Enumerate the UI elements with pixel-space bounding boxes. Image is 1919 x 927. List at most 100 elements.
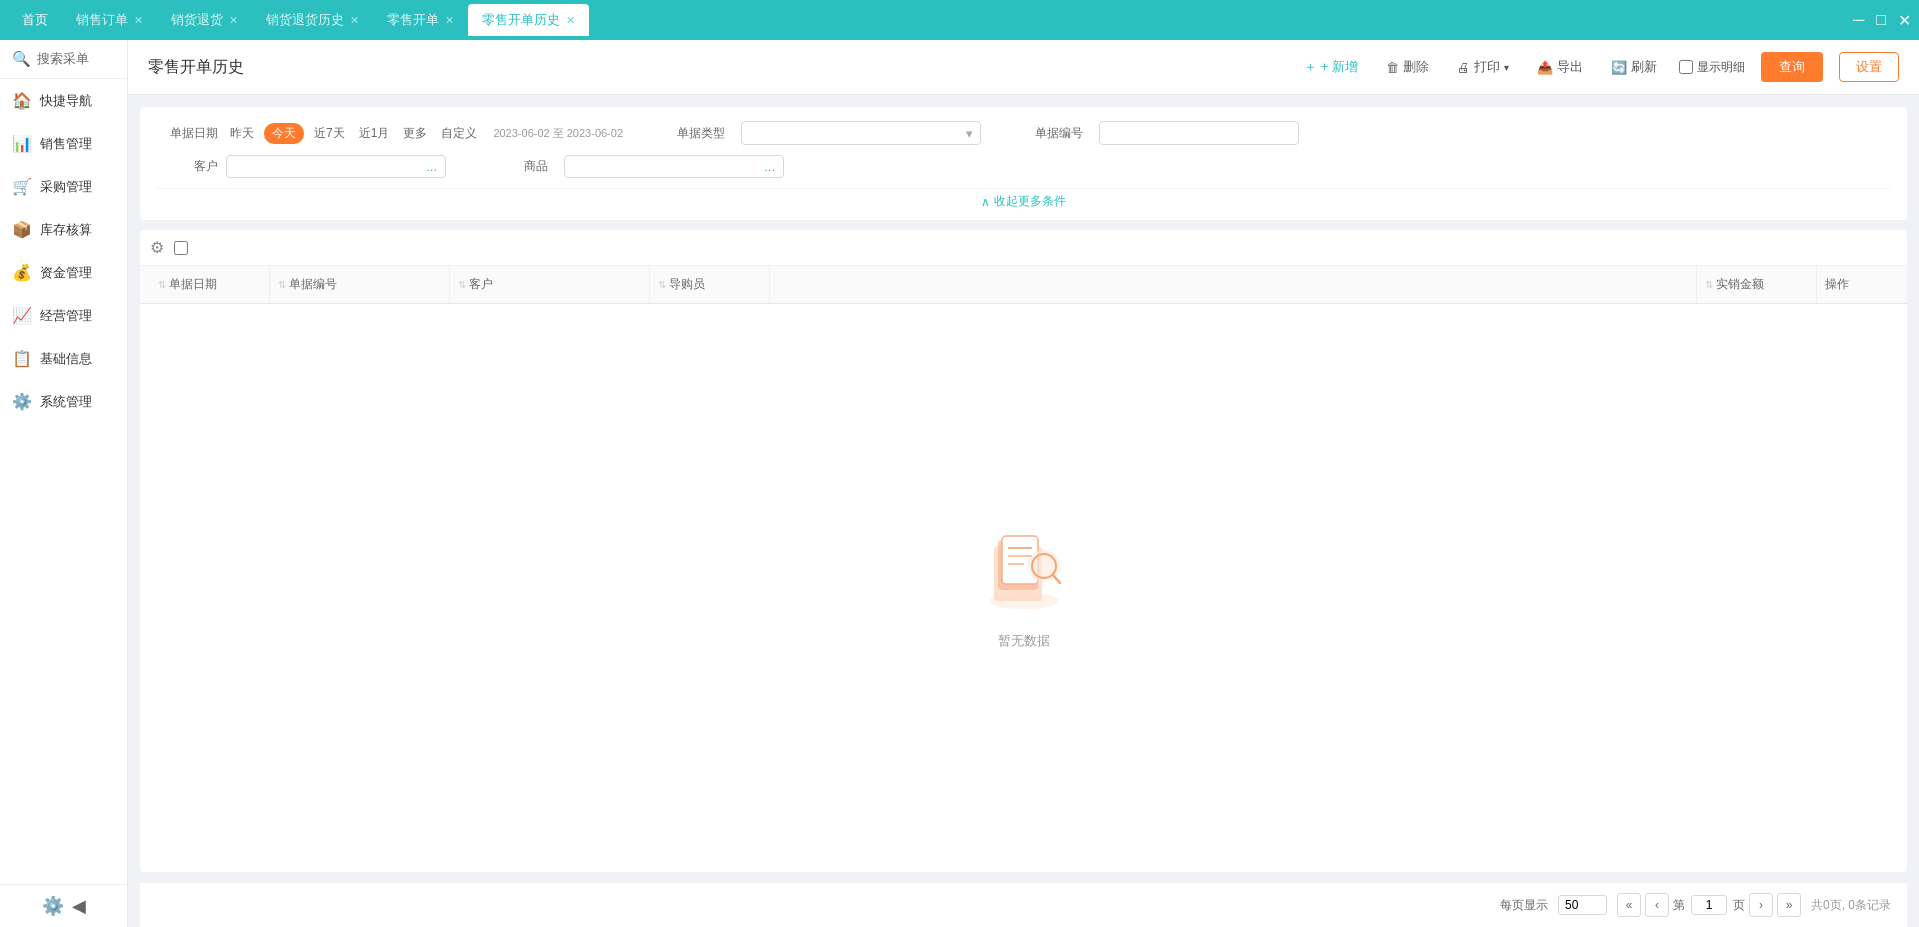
close-icon[interactable]: ✕: [229, 14, 238, 27]
query-button[interactable]: 查询: [1761, 52, 1823, 82]
type-select-wrap: [741, 121, 981, 145]
first-page-button[interactable]: «: [1617, 893, 1641, 917]
table-header: ⇅ 单据日期 ⇅ 单据编号 ⇅ 客户 ⇅ 导购员 ⇅ 实销: [140, 266, 1907, 304]
sidebar-item-inventory[interactable]: 📦 库存核算: [0, 208, 127, 251]
display-detail-checkbox[interactable]: [1679, 60, 1693, 74]
date-opt-1month[interactable]: 近1月: [355, 123, 394, 144]
tab-bar: 首页 销售订单 ✕ 销货退货 ✕ 销货退货历史 ✕ 零售开单 ✕ 零售开单历史 …: [0, 0, 1919, 40]
search-label: 搜索采单: [37, 50, 89, 68]
tab-label: 销货退货: [171, 11, 223, 29]
settings-bottom-icon[interactable]: ⚙️: [42, 895, 64, 917]
nav-label: 采购管理: [40, 178, 92, 196]
delete-button[interactable]: 🗑 删除: [1380, 54, 1435, 80]
page-info: 第 页: [1673, 895, 1745, 915]
setting-button[interactable]: 设置: [1839, 52, 1899, 82]
finance-icon: 💰: [12, 263, 32, 282]
sort-icon[interactable]: ⇅: [658, 279, 666, 290]
sidebar-bottom: ⚙️ ◀: [0, 884, 127, 927]
collapse-label: 收起更多条件: [994, 193, 1066, 210]
sidebar-search[interactable]: 🔍 搜索采单: [0, 40, 127, 79]
date-opt-7days[interactable]: 近7天: [310, 123, 349, 144]
th-customer: ⇅ 客户: [450, 266, 650, 303]
th-no: ⇅ 单据编号: [270, 266, 450, 303]
close-icon[interactable]: ✕: [445, 14, 454, 27]
table-settings-icon[interactable]: ⚙: [150, 238, 164, 257]
th-guide-label: 导购员: [669, 276, 705, 293]
minimize-icon[interactable]: ─: [1853, 11, 1864, 30]
toolbar: ＋ + 新增 🗑 删除 🖨 打印 ▾ 📤 导出 🔄: [1298, 52, 1899, 82]
export-button[interactable]: 📤 导出: [1531, 54, 1589, 80]
add-label: + 新增: [1321, 58, 1358, 76]
close-icon[interactable]: ✕: [134, 14, 143, 27]
sidebar-item-purchase[interactable]: 🛒 采购管理: [0, 165, 127, 208]
search-icon: 🔍: [12, 50, 31, 68]
tab-retail-order-history[interactable]: 零售开单历史 ✕: [468, 4, 589, 36]
date-opt-yesterday[interactable]: 昨天: [226, 123, 258, 144]
collapse-sidebar-icon[interactable]: ◀: [72, 895, 86, 917]
add-button[interactable]: ＋ + 新增: [1298, 54, 1364, 80]
sort-icon[interactable]: ⇅: [158, 279, 166, 290]
customer-ellipsis-icon[interactable]: ...: [426, 159, 437, 174]
display-label: 显示明细: [1697, 59, 1745, 76]
refresh-button[interactable]: 🔄 刷新: [1605, 54, 1663, 80]
tab-label: 销货退货历史: [266, 11, 344, 29]
sidebar-item-finance[interactable]: 💰 资金管理: [0, 251, 127, 294]
display-detail-toggle[interactable]: 显示明细: [1679, 59, 1745, 76]
refresh-icon: 🔄: [1611, 60, 1627, 75]
sidebar-item-quick-nav[interactable]: 🏠 快捷导航: [0, 79, 127, 122]
sort-icon[interactable]: ⇅: [278, 279, 286, 290]
tab-sales-return[interactable]: 销货退货 ✕: [157, 4, 252, 36]
tab-label: 零售开单历史: [482, 11, 560, 29]
goods-ellipsis-icon[interactable]: ...: [764, 159, 775, 174]
type-select[interactable]: [741, 121, 981, 145]
sidebar: 🔍 搜索采单 🏠 快捷导航 📊 销售管理 🛒 采购管理 📦 库存核算 💰: [0, 40, 128, 927]
sidebar-item-sales[interactable]: 📊 销售管理: [0, 122, 127, 165]
tab-retail-order[interactable]: 零售开单 ✕: [373, 4, 468, 36]
maximize-icon[interactable]: □: [1876, 11, 1886, 30]
customer-filter-label: 客户: [156, 158, 226, 175]
page-nav: « ‹ 第 页 › »: [1617, 893, 1801, 917]
window-close-icon[interactable]: ✕: [1898, 11, 1911, 30]
date-opt-more[interactable]: 更多: [399, 123, 431, 144]
inventory-icon: 📦: [12, 220, 32, 239]
sidebar-item-basic[interactable]: 📋 基础信息: [0, 337, 127, 380]
sort-icon[interactable]: ⇅: [458, 279, 466, 290]
next-page-button[interactable]: ›: [1749, 893, 1773, 917]
select-all-checkbox[interactable]: [174, 241, 188, 255]
date-opt-today[interactable]: 今天: [264, 123, 304, 144]
chevron-up-icon: ∧: [981, 195, 990, 209]
system-icon: ⚙️: [12, 392, 32, 411]
sidebar-item-operation[interactable]: 📈 经营管理: [0, 294, 127, 337]
no-input[interactable]: [1099, 121, 1299, 145]
last-page-button[interactable]: »: [1777, 893, 1801, 917]
basic-icon: 📋: [12, 349, 32, 368]
delete-icon: 🗑: [1386, 60, 1399, 75]
prev-page-button[interactable]: ‹: [1645, 893, 1669, 917]
close-icon[interactable]: ✕: [566, 14, 575, 27]
date-opt-custom[interactable]: 自定义: [437, 123, 481, 144]
tab-sales-return-history[interactable]: 销货退货历史 ✕: [252, 4, 373, 36]
home-icon: 🏠: [12, 91, 32, 110]
goods-input[interactable]: [573, 160, 760, 174]
operation-icon: 📈: [12, 306, 32, 325]
per-page-select[interactable]: 50 100: [1558, 895, 1607, 915]
print-button[interactable]: 🖨 打印 ▾: [1451, 54, 1515, 80]
table-toolbar: ⚙: [140, 230, 1907, 266]
page-number-input[interactable]: [1691, 895, 1727, 915]
customer-input[interactable]: [235, 160, 422, 174]
tab-sales-order[interactable]: 销售订单 ✕: [62, 4, 157, 36]
th-guide: ⇅ 导购员: [650, 266, 770, 303]
print-icon: 🖨: [1457, 60, 1470, 75]
window-controls: ─ □ ✕: [1853, 11, 1911, 30]
page-word: 第: [1673, 897, 1685, 914]
page-of: 页: [1733, 897, 1745, 914]
refresh-label: 刷新: [1631, 58, 1657, 76]
sidebar-item-system[interactable]: ⚙️ 系统管理: [0, 380, 127, 423]
collapse-filter-btn[interactable]: ∧ 收起更多条件: [156, 188, 1891, 212]
sort-icon[interactable]: ⇅: [1705, 279, 1713, 290]
close-icon[interactable]: ✕: [350, 14, 359, 27]
th-date-label: 单据日期: [169, 276, 217, 293]
th-customer-label: 客户: [469, 276, 493, 293]
date-range-text: 2023-06-02 至 2023-06-02: [493, 126, 623, 141]
tab-home[interactable]: 首页: [8, 4, 62, 36]
